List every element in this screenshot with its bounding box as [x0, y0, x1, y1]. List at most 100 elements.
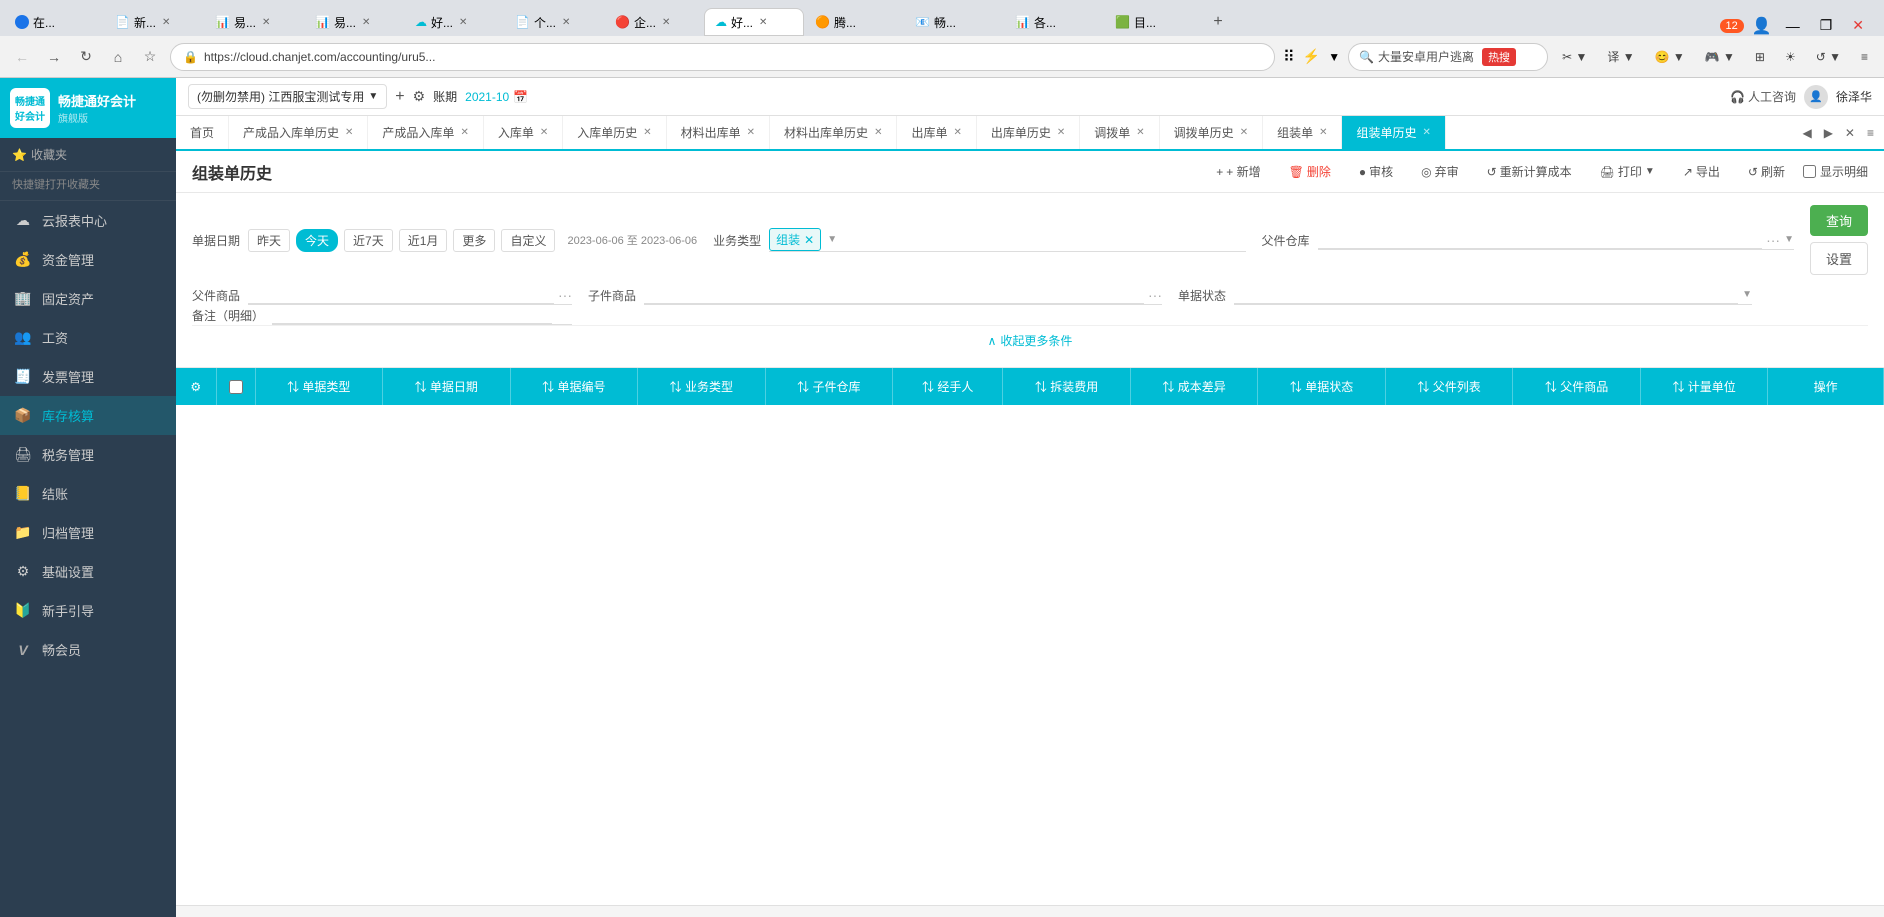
browser-search[interactable]: 🔍 大量安卓用户逃离 热搜	[1348, 43, 1548, 71]
tab-close-4[interactable]: ✕	[362, 17, 370, 28]
search-settings-button[interactable]: 设置	[1810, 242, 1868, 275]
browser-grid-btn[interactable]: ⠿	[1283, 47, 1295, 67]
tab-material-out-close[interactable]: ✕	[747, 127, 755, 138]
service-button[interactable]: 🎧 人工咨询	[1730, 88, 1796, 105]
th-unit[interactable]: ⇅ 计量单位	[1640, 368, 1768, 405]
th-parent-list[interactable]: ⇅ 父件列表	[1385, 368, 1513, 405]
tab-material-out-history[interactable]: 材料出库单历史 ✕	[770, 116, 897, 149]
grid-view-btn[interactable]: ⊞	[1749, 48, 1771, 66]
game-btn[interactable]: 🎮 ▼	[1699, 48, 1741, 66]
query-button[interactable]: 查询	[1810, 205, 1868, 236]
parent-warehouse-dropdown[interactable]: ▼	[1784, 234, 1794, 245]
profile-icon[interactable]: 👤	[1752, 16, 1772, 36]
browser-tab-9[interactable]: 🟠 腾...	[804, 8, 904, 36]
emoji-btn[interactable]: 😊 ▼	[1649, 48, 1691, 66]
tab-stock-out-history[interactable]: 出库单历史 ✕	[977, 116, 1080, 149]
parent-warehouse-input[interactable]	[1318, 230, 1763, 249]
notes-input[interactable]	[272, 305, 552, 324]
sidebar-item-salary[interactable]: 👥 工资	[0, 318, 176, 357]
bookmark-button[interactable]: ☆	[138, 45, 162, 69]
browser-tab-11[interactable]: 📊 各...	[1004, 8, 1104, 36]
th-doc-no[interactable]: ⇅ 单据编号	[510, 368, 638, 405]
tab-assembly-history-close[interactable]: ✕	[1423, 127, 1431, 138]
tabs-prev-btn[interactable]: ◀	[1798, 124, 1815, 142]
recalculate-button[interactable]: ↺ 重新计算成本	[1477, 159, 1582, 184]
tab-close-5[interactable]: ✕	[459, 17, 467, 28]
add-company-btn[interactable]: +	[395, 88, 404, 106]
tab-stock-in[interactable]: 入库单 ✕	[484, 116, 563, 149]
dropdown-btn[interactable]: ▼	[1328, 50, 1340, 64]
menu-btn[interactable]: ≡	[1855, 48, 1874, 66]
child-goods-input[interactable]	[644, 285, 1144, 304]
sidebar-item-invoice[interactable]: 🧾 发票管理	[0, 357, 176, 396]
collapse-bar[interactable]: ∧ 收起更多条件	[192, 325, 1868, 355]
tab-assembly[interactable]: 组装单 ✕	[1263, 116, 1342, 149]
tab-transfer-history[interactable]: 调拨单历史 ✕	[1160, 116, 1263, 149]
month-btn[interactable]: 近1月	[399, 229, 448, 252]
th-cost-diff[interactable]: ⇅ 成本差异	[1130, 368, 1258, 405]
th-settings[interactable]: ⚙	[176, 368, 216, 405]
browser-tab-8[interactable]: ☁ 好... ✕	[704, 8, 804, 36]
sidebar-item-reports[interactable]: ☁ 云报表中心	[0, 201, 176, 240]
sidebar-item-guide[interactable]: 🔰 新手引导	[0, 591, 176, 630]
browser-tab-3[interactable]: 📊 易... ✕	[204, 8, 304, 36]
tab-stock-in-history-close[interactable]: ✕	[643, 127, 651, 138]
sidebar-item-archive[interactable]: 📁 归档管理	[0, 513, 176, 552]
browser-tab-5[interactable]: ☁ 好... ✕	[404, 8, 504, 36]
company-selector[interactable]: (勿删勿禁用) 江西服宝测试专用 ▼	[188, 84, 387, 109]
th-checkbox[interactable]	[216, 368, 255, 405]
tab-assembly-close[interactable]: ✕	[1319, 127, 1327, 138]
new-button[interactable]: + + 新增	[1206, 159, 1270, 184]
browser-tab-6[interactable]: 📄 个... ✕	[504, 8, 604, 36]
refresh-action-button[interactable]: ↺ 刷新	[1738, 159, 1795, 184]
browser-tab-7[interactable]: 🔴 企... ✕	[604, 8, 704, 36]
yesterday-btn[interactable]: 昨天	[248, 229, 290, 252]
scissors-btn[interactable]: ✂ ▼	[1556, 48, 1593, 66]
sidebar-favorites[interactable]: ⭐ 收藏夹	[0, 138, 176, 172]
tab-production-in-history[interactable]: 产成品入库单历史 ✕	[229, 116, 368, 149]
th-doc-status[interactable]: ⇅ 单据状态	[1258, 368, 1386, 405]
th-parent-goods[interactable]: ⇅ 父件商品	[1513, 368, 1641, 405]
minimize-btn[interactable]: —	[1780, 16, 1806, 36]
settings-icon[interactable]: ⚙	[413, 88, 426, 105]
brightness-btn[interactable]: ☀	[1779, 48, 1802, 66]
more-date-btn[interactable]: 更多	[453, 229, 495, 252]
business-type-dropdown[interactable]: ▼	[827, 234, 837, 245]
tab-close-6[interactable]: ✕	[562, 17, 570, 28]
tab-stock-out[interactable]: 出库单 ✕	[897, 116, 976, 149]
tab-material-out-history-close[interactable]: ✕	[874, 127, 882, 138]
export-button[interactable]: ↗ 导出	[1673, 159, 1730, 184]
lightning-btn[interactable]: ⚡	[1303, 48, 1320, 65]
business-type-tag[interactable]: 组装 ✕	[769, 228, 821, 251]
th-biz-type[interactable]: ⇅ 业务类型	[638, 368, 766, 405]
sidebar-item-close[interactable]: 📒 结账	[0, 474, 176, 513]
tabs-next-btn[interactable]: ▶	[1820, 124, 1837, 142]
parent-goods-dots[interactable]: ···	[558, 287, 572, 303]
sidebar-item-member[interactable]: V 畅会员	[0, 630, 176, 669]
tab-close-7[interactable]: ✕	[662, 17, 670, 28]
back-button[interactable]: ←	[10, 45, 34, 69]
status-input[interactable]	[1234, 285, 1738, 304]
print-button[interactable]: 🖨 打印 ▼	[1590, 159, 1665, 184]
browser-tab-1[interactable]: 在...	[4, 8, 104, 36]
tab-production-in[interactable]: 产成品入库单 ✕	[368, 116, 483, 149]
close-btn[interactable]: ✕	[1846, 15, 1870, 36]
sidebar-item-settings[interactable]: ⚙ 基础设置	[0, 552, 176, 591]
browser-tab-12[interactable]: 🟩 目...	[1104, 8, 1204, 36]
url-bar[interactable]: 🔒 https://cloud.chanjet.com/accounting/u…	[170, 43, 1275, 71]
show-detail-checkbox[interactable]	[1803, 165, 1816, 178]
forward-button[interactable]: →	[42, 45, 66, 69]
tab-transfer-close[interactable]: ✕	[1136, 127, 1144, 138]
today-btn[interactable]: 今天	[296, 229, 338, 252]
tab-transfer[interactable]: 调拨单 ✕	[1080, 116, 1159, 149]
delete-button[interactable]: 🗑 删除	[1279, 159, 1341, 184]
sidebar-item-assets[interactable]: 🏢 固定资产	[0, 279, 176, 318]
browser-tab-2[interactable]: 📄 新... ✕	[104, 8, 204, 36]
th-doc-type[interactable]: ⇅ 单据类型	[255, 368, 383, 405]
tab-material-out[interactable]: 材料出库单 ✕	[667, 116, 770, 149]
maximize-btn[interactable]: ❐	[1814, 15, 1839, 36]
tag-remove-btn[interactable]: ✕	[804, 233, 814, 247]
tab-close-2[interactable]: ✕	[162, 17, 170, 28]
home-button[interactable]: ⌂	[106, 45, 130, 69]
th-disassemble-fee[interactable]: ⇅ 拆装费用	[1003, 368, 1131, 405]
